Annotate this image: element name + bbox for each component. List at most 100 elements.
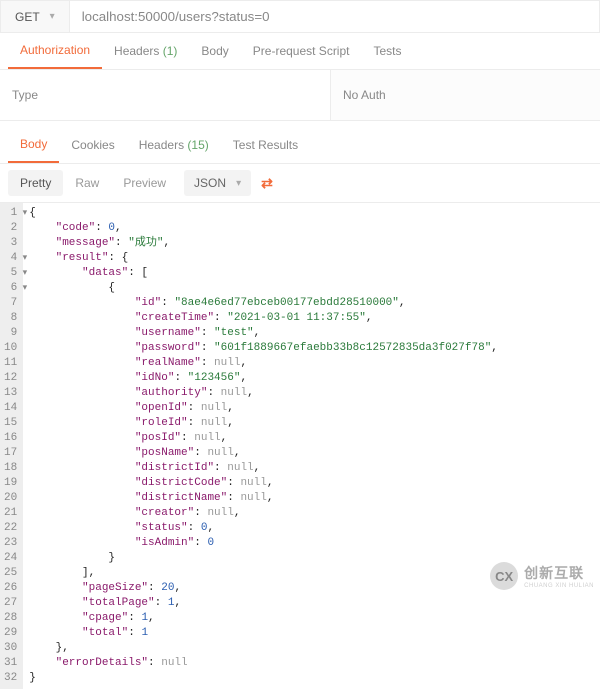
line-number: 24 bbox=[4, 551, 17, 566]
code-line: { bbox=[29, 281, 498, 296]
code-line: "errorDetails": null bbox=[29, 656, 498, 671]
resp-tab-test-results[interactable]: Test Results bbox=[221, 128, 310, 162]
line-number: 20 bbox=[4, 491, 17, 506]
auth-type-label: Type bbox=[0, 70, 330, 120]
watermark: CX 创新互联 CHUANG XIN HULIAN bbox=[490, 562, 594, 590]
code-line: "isAdmin": 0 bbox=[29, 536, 498, 551]
line-number: 30 bbox=[4, 641, 17, 656]
code-line: "districtCode": null, bbox=[29, 476, 498, 491]
resp-tab-cookies[interactable]: Cookies bbox=[59, 128, 126, 162]
auth-panel: Type No Auth bbox=[0, 70, 600, 121]
view-raw[interactable]: Raw bbox=[63, 170, 111, 196]
line-number: 22 bbox=[4, 521, 17, 536]
line-number: 17 bbox=[4, 446, 17, 461]
method-select[interactable]: GET ▾ bbox=[1, 1, 70, 32]
code-line: }, bbox=[29, 641, 498, 656]
resp-tab-headers[interactable]: Headers (15) bbox=[127, 128, 221, 162]
code-line: "datas": [ bbox=[29, 266, 498, 281]
line-number: 28 bbox=[4, 611, 17, 626]
response-tabs: Body Cookies Headers (15) Test Results bbox=[0, 121, 600, 164]
code-line: "realName": null, bbox=[29, 356, 498, 371]
line-number: 16 bbox=[4, 431, 17, 446]
code-line: "districtId": null, bbox=[29, 461, 498, 476]
line-number: 6 bbox=[4, 281, 17, 296]
watermark-brand: 创新互联 bbox=[524, 565, 584, 581]
chevron-down-icon: ▾ bbox=[236, 178, 241, 189]
watermark-sub: CHUANG XIN HULIAN bbox=[524, 583, 594, 589]
auth-type-select[interactable]: No Auth bbox=[330, 70, 600, 120]
code-line: } bbox=[29, 551, 498, 566]
line-number: 14 bbox=[4, 401, 17, 416]
line-number: 27 bbox=[4, 596, 17, 611]
code-line: "message": "成功", bbox=[29, 236, 498, 251]
tab-body[interactable]: Body bbox=[189, 34, 240, 68]
code-line: "code": 0, bbox=[29, 221, 498, 236]
code-line: "total": 1 bbox=[29, 626, 498, 641]
code-line: "idNo": "123456", bbox=[29, 371, 498, 386]
view-pretty[interactable]: Pretty bbox=[8, 170, 63, 196]
line-number: 7 bbox=[4, 296, 17, 311]
chevron-down-icon: ▾ bbox=[50, 11, 55, 22]
tab-headers-label: Headers bbox=[114, 44, 159, 58]
line-number: 13 bbox=[4, 386, 17, 401]
tab-tests[interactable]: Tests bbox=[361, 34, 413, 68]
code-line: { bbox=[29, 206, 498, 221]
wrap-lines-icon[interactable]: ⇄ bbox=[261, 175, 273, 192]
code-line: "posId": null, bbox=[29, 431, 498, 446]
tab-authorization[interactable]: Authorization bbox=[8, 33, 102, 69]
code-content[interactable]: { "code": 0, "message": "成功", "result": … bbox=[23, 203, 504, 689]
resp-tab-body[interactable]: Body bbox=[8, 127, 59, 163]
code-line: "password": "601f1889667efaebb33b8c12572… bbox=[29, 341, 498, 356]
line-number: 4 bbox=[4, 251, 17, 266]
url-input[interactable] bbox=[70, 1, 599, 32]
code-line: "createTime": "2021-03-01 11:37:55", bbox=[29, 311, 498, 326]
line-number: 5 bbox=[4, 266, 17, 281]
line-number: 21 bbox=[4, 506, 17, 521]
line-number: 32 bbox=[4, 671, 17, 686]
code-line: } bbox=[29, 671, 498, 686]
view-bar: Pretty Raw Preview JSON ▾ ⇄ bbox=[0, 164, 600, 203]
response-body: 1234567891011121314151617181920212223242… bbox=[0, 203, 600, 689]
code-line: "districtName": null, bbox=[29, 491, 498, 506]
auth-type-value: No Auth bbox=[343, 88, 386, 102]
line-gutter: 1234567891011121314151617181920212223242… bbox=[0, 203, 23, 689]
code-line: "openId": null, bbox=[29, 401, 498, 416]
code-line: "totalPage": 1, bbox=[29, 596, 498, 611]
code-line: ], bbox=[29, 566, 498, 581]
watermark-logo-icon: CX bbox=[490, 562, 518, 590]
line-number: 3 bbox=[4, 236, 17, 251]
format-label: JSON bbox=[194, 176, 226, 190]
line-number: 9 bbox=[4, 326, 17, 341]
code-line: "username": "test", bbox=[29, 326, 498, 341]
view-preview[interactable]: Preview bbox=[111, 170, 178, 196]
line-number: 18 bbox=[4, 461, 17, 476]
resp-tab-headers-label: Headers bbox=[139, 138, 184, 152]
tab-headers-count: (1) bbox=[163, 44, 178, 58]
line-number: 23 bbox=[4, 536, 17, 551]
code-line: "posName": null, bbox=[29, 446, 498, 461]
tab-pre-request[interactable]: Pre-request Script bbox=[241, 34, 362, 68]
request-bar: GET ▾ bbox=[0, 0, 600, 33]
code-line: "id": "8ae4e6ed77ebceb00177ebdd28510000"… bbox=[29, 296, 498, 311]
code-line: "authority": null, bbox=[29, 386, 498, 401]
line-number: 11 bbox=[4, 356, 17, 371]
format-select[interactable]: JSON ▾ bbox=[184, 170, 251, 196]
request-tabs: Authorization Headers (1) Body Pre-reque… bbox=[0, 33, 600, 70]
line-number: 12 bbox=[4, 371, 17, 386]
code-line: "roleId": null, bbox=[29, 416, 498, 431]
line-number: 15 bbox=[4, 416, 17, 431]
line-number: 25 bbox=[4, 566, 17, 581]
code-line: "result": { bbox=[29, 251, 498, 266]
line-number: 10 bbox=[4, 341, 17, 356]
tab-headers[interactable]: Headers (1) bbox=[102, 34, 189, 68]
code-line: "status": 0, bbox=[29, 521, 498, 536]
line-number: 19 bbox=[4, 476, 17, 491]
line-number: 1 bbox=[4, 206, 17, 221]
line-number: 2 bbox=[4, 221, 17, 236]
method-label: GET bbox=[15, 10, 40, 24]
resp-tab-headers-count: (15) bbox=[187, 138, 208, 152]
code-line: "creator": null, bbox=[29, 506, 498, 521]
line-number: 8 bbox=[4, 311, 17, 326]
line-number: 26 bbox=[4, 581, 17, 596]
line-number: 29 bbox=[4, 626, 17, 641]
